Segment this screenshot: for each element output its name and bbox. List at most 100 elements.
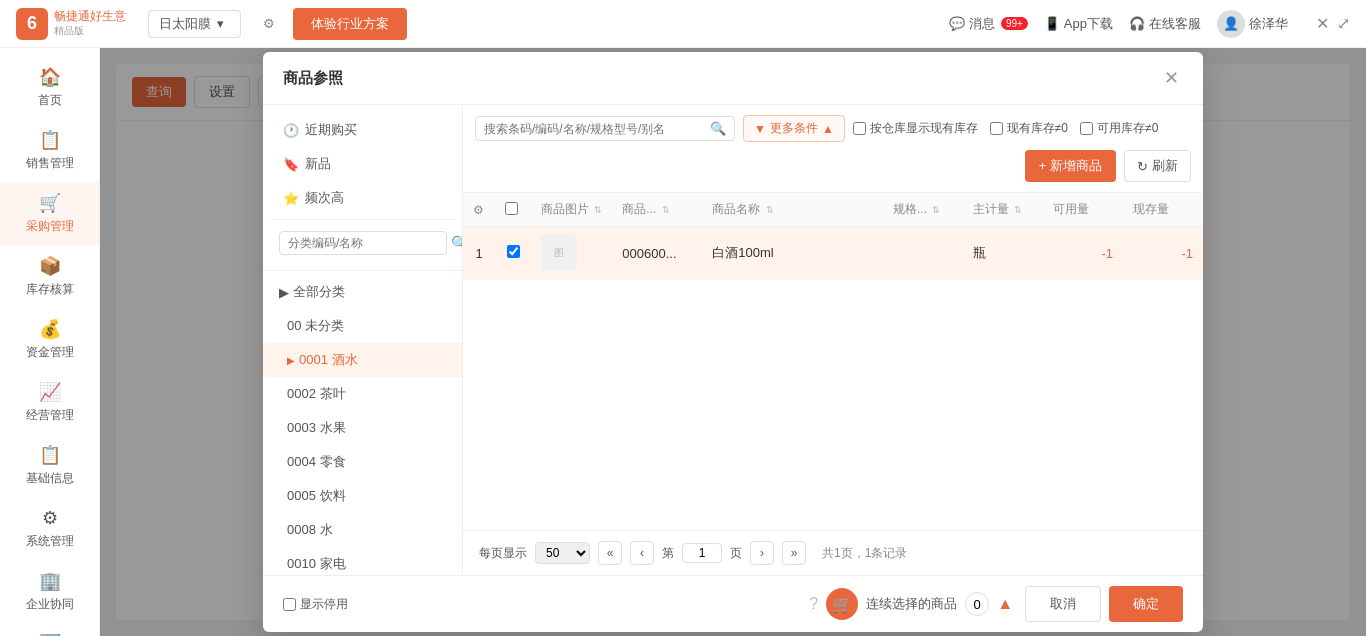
checkbox-usable[interactable]: [1080, 122, 1093, 135]
dialog-close-button[interactable]: ✕: [1159, 66, 1183, 90]
row-checkbox[interactable]: [507, 245, 520, 258]
sidebar-item-operation[interactable]: 📈 经营管理: [0, 371, 99, 434]
purchase-icon: 🛒: [39, 192, 61, 214]
sidebar-item-enterprise[interactable]: 🏢 企业协同: [0, 560, 99, 623]
row-name-cell: 白酒100ml: [702, 227, 883, 280]
headset-icon: 🎧: [1129, 16, 1145, 31]
sidebar-item-basic[interactable]: 📋 基础信息: [0, 434, 99, 497]
cat-item-0005[interactable]: 0005 饮料: [263, 479, 462, 513]
checkbox-usable-label[interactable]: 可用库存≠0: [1080, 120, 1158, 137]
confirm-button[interactable]: 确定: [1109, 586, 1183, 622]
row-checkbox-cell[interactable]: [495, 227, 531, 280]
filter-icon: ▼: [754, 122, 766, 136]
frequent-icon: ⭐: [283, 191, 299, 206]
show-disabled-checkbox[interactable]: [283, 598, 296, 611]
cat-item-0001[interactable]: ▶ 0001 酒水: [263, 343, 462, 377]
online-service-nav[interactable]: 🎧 在线客服: [1129, 15, 1201, 33]
sidebar-item-label: 首页: [38, 92, 62, 109]
last-page-button[interactable]: »: [782, 541, 806, 565]
logo: 6 畅捷通好生意 精品版: [16, 8, 136, 40]
th-code: 商品... ⇅: [612, 193, 702, 227]
more-filter-button[interactable]: ▼ 更多条件 ▲: [743, 115, 845, 142]
sidebar-item-home[interactable]: 🏠 首页: [0, 56, 99, 119]
window-close-icon[interactable]: ✕: [1316, 14, 1329, 33]
page-suffix-label: 页: [730, 545, 742, 562]
next-page-button[interactable]: ›: [750, 541, 774, 565]
category-tree: ▶ 全部分类 00 未分类 ▶ 0001 酒水 0002 茶: [263, 271, 462, 575]
filter-bar: 🔍 ▼ 更多条件 ▲ 按仓库显示现有库存: [463, 105, 1203, 193]
continuous-label: 连续选择的商品: [866, 595, 957, 613]
checkbox-warehouse[interactable]: [853, 122, 866, 135]
app-download-nav[interactable]: 📱 App下载: [1044, 15, 1113, 33]
th-unit: 主计量 ⇅: [963, 193, 1043, 227]
footer-right: 取消 确定: [1025, 586, 1183, 622]
cat-item-0004[interactable]: 0004 零食: [263, 445, 462, 479]
product-search-input[interactable]: [484, 122, 710, 136]
user-profile-nav[interactable]: 👤 徐泽华: [1217, 10, 1288, 38]
add-product-button[interactable]: + 新增商品: [1025, 150, 1116, 182]
table-row[interactable]: 1 图 000600...: [463, 227, 1203, 280]
recent-buy-label: 近期购买: [305, 121, 357, 139]
home-icon: 🏠: [39, 66, 61, 88]
row-code-cell: 000600...: [612, 227, 702, 280]
messages-nav[interactable]: 💬 消息 99: [949, 15, 1028, 33]
branch-selector[interactable]: 日太阳膜 ▾: [148, 10, 241, 38]
enterprise-icon: 🏢: [39, 570, 61, 592]
cat-item-0003[interactable]: 0003 水果: [263, 411, 462, 445]
new-items-item[interactable]: 🔖 新品: [271, 147, 454, 181]
cat-item-0008[interactable]: 0008 水: [263, 513, 462, 547]
per-page-select[interactable]: 50 10 20 100: [535, 542, 590, 564]
settings-icon[interactable]: ⚙: [253, 8, 285, 40]
category-search-icon[interactable]: 🔍: [451, 235, 463, 251]
sidebar-item-sales[interactable]: 📋 销售管理: [0, 119, 99, 182]
first-page-button[interactable]: «: [598, 541, 622, 565]
cart-icon[interactable]: 🛒: [826, 588, 858, 620]
product-table: ⚙ 商品图片 ⇅ 商品... ⇅: [463, 193, 1203, 280]
show-disabled-label[interactable]: 显示停用: [283, 596, 348, 613]
cat-item-0002[interactable]: 0002 茶叶: [263, 377, 462, 411]
sidebar-item-label: 企业协同: [26, 596, 74, 613]
system-icon: ⚙: [42, 507, 58, 529]
cat-all[interactable]: ▶ 全部分类: [263, 275, 462, 309]
cat-item-0010[interactable]: 0010 家电: [263, 547, 462, 575]
th-checkbox: [495, 193, 531, 227]
product-search-icon[interactable]: 🔍: [710, 121, 726, 136]
collapse-icon[interactable]: ▲: [997, 595, 1013, 613]
th-settings: ⚙: [463, 193, 495, 227]
sidebar-item-system[interactable]: ⚙ 系统管理: [0, 497, 99, 560]
inventory-icon: 📦: [39, 255, 61, 277]
checkbox-available[interactable]: [990, 122, 1003, 135]
frequent-item[interactable]: ⭐ 频次高: [271, 181, 454, 215]
checkbox-available-label[interactable]: 现有库存≠0: [990, 120, 1068, 137]
prev-page-button[interactable]: ‹: [630, 541, 654, 565]
filter-up-icon: ▲: [822, 122, 834, 136]
cat-item-00[interactable]: 00 未分类: [263, 309, 462, 343]
window-expand-icon[interactable]: ⤢: [1337, 14, 1350, 33]
table-header: ⚙ 商品图片 ⇅ 商品... ⇅: [463, 193, 1203, 227]
frequent-label: 频次高: [305, 189, 344, 207]
cancel-button[interactable]: 取消: [1025, 586, 1101, 622]
sidebar-item-purchase[interactable]: 🛒 采购管理: [0, 182, 99, 245]
cart-badge-wrap: 🛒: [826, 588, 858, 620]
recent-buy-icon: 🕐: [283, 123, 299, 138]
sidebar-item-inventory[interactable]: 📦 库存核算: [0, 245, 99, 308]
sidebar-item-label: 系统管理: [26, 533, 74, 550]
recent-buy-item[interactable]: 🕐 近期购买: [271, 113, 454, 147]
sidebar-item-finance[interactable]: 💰 资金管理: [0, 308, 99, 371]
nav-right: 💬 消息 99 📱 App下载 🎧 在线客服 👤 徐泽华 ✕ ⤢: [949, 10, 1350, 38]
page-prefix-label: 第: [662, 545, 674, 562]
checkbox-warehouse-label[interactable]: 按仓库显示现有库存: [853, 120, 978, 137]
sidebar-item-newbie[interactable]: 🆕 新手引导: [0, 623, 99, 636]
refresh-table-button[interactable]: ↻ 刷新: [1124, 150, 1191, 182]
category-search-input[interactable]: [279, 231, 447, 255]
footer-middle: ? 🛒 连续选择的商品 0 ▲: [809, 588, 1013, 620]
help-icon[interactable]: ?: [809, 595, 818, 613]
select-all-checkbox[interactable]: [505, 202, 518, 215]
trial-button[interactable]: 体验行业方案: [293, 8, 407, 40]
page-number-input[interactable]: [682, 543, 722, 563]
sidebar-item-label: 经营管理: [26, 407, 74, 424]
new-items-icon: 🔖: [283, 157, 299, 172]
dialog-footer: 显示停用 ? 🛒 连续选择的商品 0 ▲ 取消 确定: [263, 575, 1203, 632]
category-search-row: 🔍 《: [271, 224, 454, 262]
per-page-label: 每页显示: [479, 545, 527, 562]
